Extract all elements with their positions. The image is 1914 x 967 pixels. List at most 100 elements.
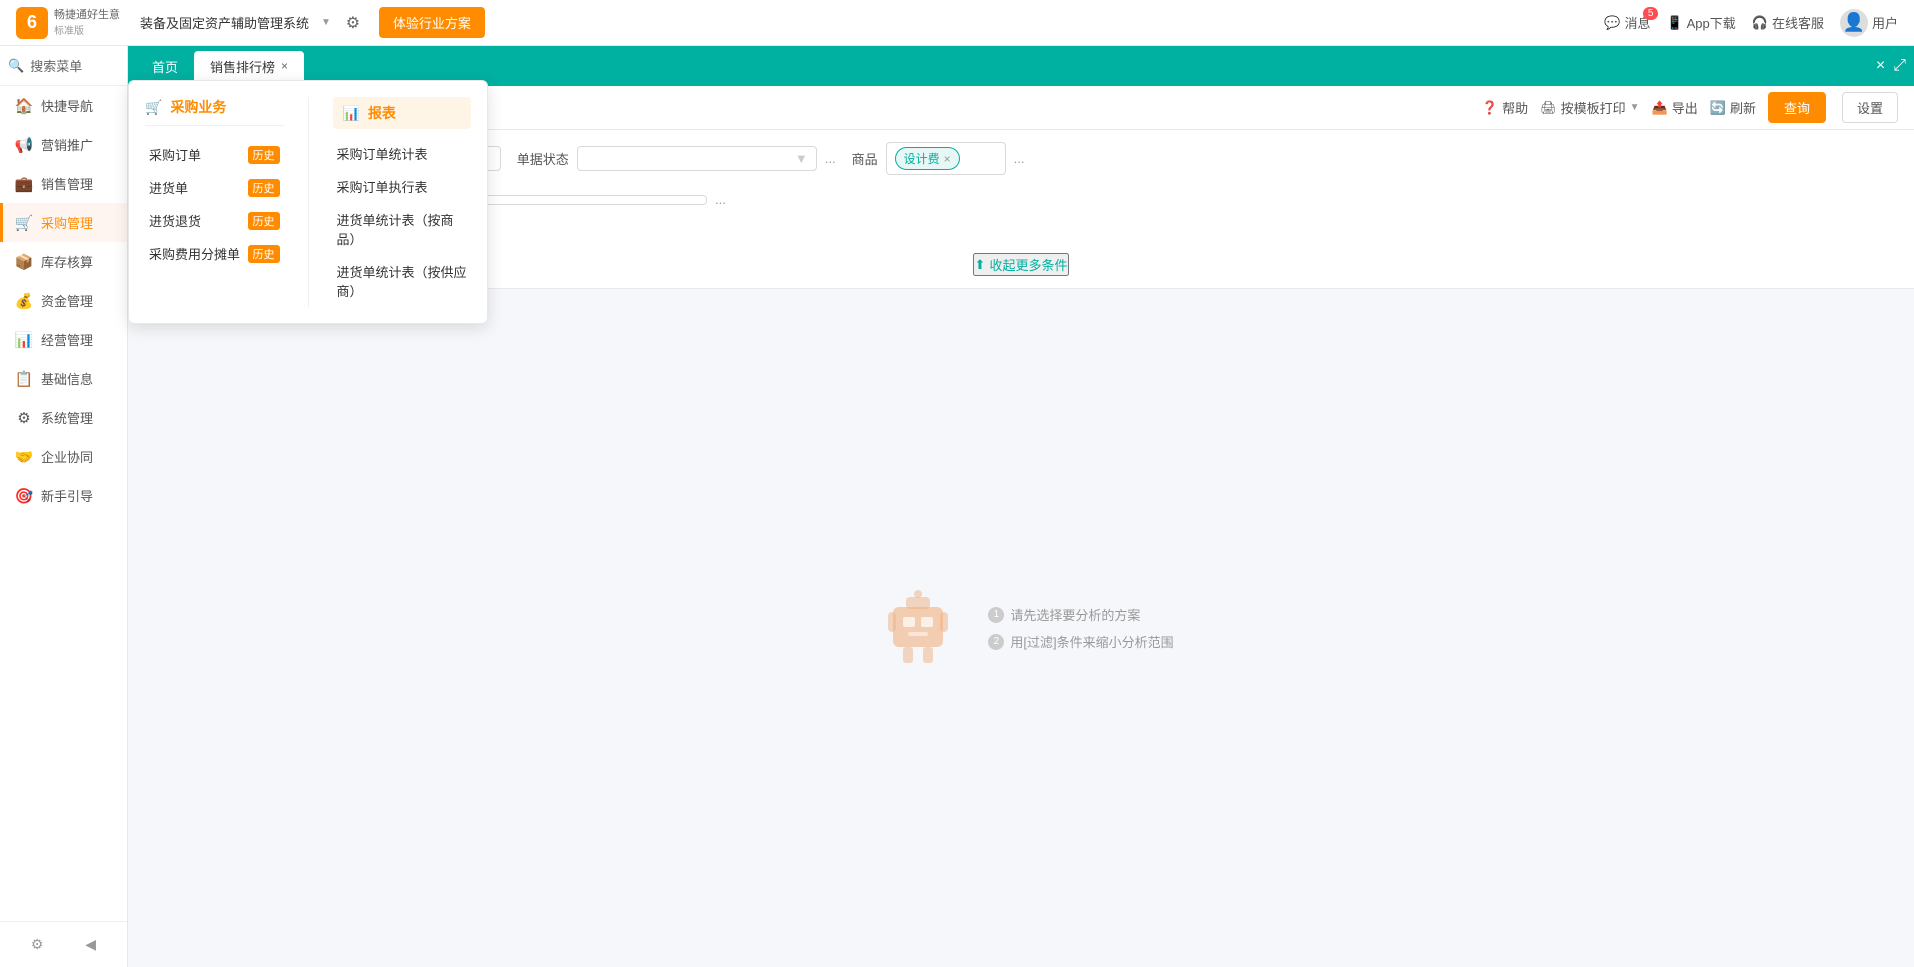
sidebar-item-marketing[interactable]: 📢 营销推广 <box>0 125 127 164</box>
dropdown-item-purchase-order[interactable]: 采购订单 历史 <box>145 138 284 171</box>
history-badge-1[interactable]: 历史 <box>248 179 280 197</box>
goods-dots[interactable]: ... <box>1014 151 1025 166</box>
report-col-title: 📊 报表 <box>333 97 472 129</box>
message-btn[interactable]: 💬 消息 5 <box>1604 13 1650 32</box>
print-template-btn[interactable]: 🖨 按模板打印 ▼ <box>1540 98 1639 117</box>
refresh-btn[interactable]: 🔄 刷新 <box>1710 98 1756 117</box>
history-badge-3[interactable]: 历史 <box>248 245 280 263</box>
print-dropdown-icon: ▼ <box>1630 102 1640 113</box>
sidebar-settings-btn[interactable]: ⚙ <box>27 932 48 957</box>
sidebar-collapse-btn[interactable]: ◀ <box>81 932 100 957</box>
purchase-col-title-text: 采购业务 <box>170 97 226 117</box>
sidebar-item-operations[interactable]: 📊 经营管理 <box>0 320 127 359</box>
sys-title-dropdown[interactable]: 装备及固定资产辅助管理系统 ▼ <box>140 13 331 32</box>
refresh-icon: 🔄 <box>1710 100 1726 116</box>
sidebar-item-label: 资金管理 <box>41 291 93 310</box>
purchase-icon: 🛒 <box>15 214 33 232</box>
sidebar-item-label: 系统管理 <box>41 408 93 427</box>
app-download-btn[interactable]: 📱 App下载 <box>1666 13 1735 32</box>
logo-text-area: 畅捷通好生意 标准版 <box>54 8 120 37</box>
doc-status-input[interactable]: ▼ <box>577 146 817 171</box>
settings-icon[interactable]: ⚙ <box>339 9 367 37</box>
sidebar-item-sales[interactable]: 💼 销售管理 <box>0 164 127 203</box>
export-btn[interactable]: 📤 导出 <box>1652 98 1698 117</box>
user-label: 用户 <box>1872 13 1898 32</box>
sidebar-item-guide[interactable]: 🎯 新手引导 <box>0 476 127 515</box>
purchase-dropdown-menu: 🛒 采购业务 采购订单 历史 进货单 历史 进货退货 历史 采购费用分摊单 历史 <box>128 80 488 324</box>
staff-input[interactable] <box>467 195 707 205</box>
settings-btn[interactable]: 设置 <box>1842 92 1898 123</box>
doc-status-dots[interactable]: ... <box>825 151 836 166</box>
collapse-btn[interactable]: ⬆ 收起更多条件 <box>973 253 1070 276</box>
sys-title: 装备及固定资产辅助管理系统 <box>140 13 309 32</box>
step-2-circle: 2 <box>988 634 1004 650</box>
sidebar-item-system[interactable]: ⚙ 系统管理 <box>0 398 127 437</box>
sidebar-item-basic-info[interactable]: 📋 基础信息 <box>0 359 127 398</box>
enterprise-icon: 🤝 <box>15 448 33 466</box>
sidebar: 🔍 搜索菜单 🏠 快捷导航 📢 营销推广 💼 销售管理 🛒 采购管理 📦 <box>0 46 128 967</box>
collapse-icon: ⬆ <box>975 257 986 273</box>
empty-step-1: 1 请先选择要分析的方案 <box>988 605 1173 624</box>
logo-icon: 6 <box>16 7 48 39</box>
query-btn[interactable]: 查询 <box>1768 92 1826 123</box>
step-1-circle: 1 <box>988 607 1004 623</box>
help-icon: ❓ <box>1482 100 1498 116</box>
avatar: 👤 <box>1840 9 1868 37</box>
main-content: 1 请先选择要分析的方案 2 用[过滤]条件来缩小分析范围 <box>128 289 1914 967</box>
dropdown-item-label: 采购订单统计表 <box>337 144 428 163</box>
sidebar-item-label: 新手引导 <box>41 486 93 505</box>
staff-dots[interactable]: ... <box>715 192 726 207</box>
purchase-col-icon: 🛒 <box>145 99 162 116</box>
finance-icon: 💰 <box>15 292 33 310</box>
logo-label: 标准版 <box>54 22 120 37</box>
sidebar-search-label: 搜索菜单 <box>30 56 82 75</box>
dropdown-item-report-3[interactable]: 进货单统计表（按供应商） <box>333 255 472 307</box>
dropdown-item-report-0[interactable]: 采购订单统计表 <box>333 137 472 170</box>
history-badge-0[interactable]: 历史 <box>248 146 280 164</box>
purchase-col: 🛒 采购业务 采购订单 历史 进货单 历史 进货退货 历史 采购费用分摊单 历史 <box>145 97 284 307</box>
dropdown-item-label: 进货单 <box>149 178 188 197</box>
help-btn[interactable]: ❓ 帮助 <box>1482 98 1528 117</box>
online-service-btn[interactable]: 🎧 在线客服 <box>1752 13 1824 32</box>
sidebar-item-finance[interactable]: 💰 资金管理 <box>0 281 127 320</box>
operations-icon: 📊 <box>15 331 33 349</box>
goods-label: 商品 <box>852 149 878 168</box>
sidebar-item-inventory[interactable]: 📦 库存核算 <box>0 242 127 281</box>
tab-close-btn[interactable]: × <box>281 59 288 73</box>
purchase-col-title: 🛒 采购业务 <box>145 97 284 126</box>
goods-tag-close[interactable]: × <box>944 152 951 166</box>
toolbar-actions: ❓ 帮助 🖨 按模板打印 ▼ 📤 导出 🔄 刷新 <box>1482 92 1898 123</box>
sidebar-item-label: 采购管理 <box>41 213 93 232</box>
sidebar-item-label: 库存核算 <box>41 252 93 271</box>
dropdown-item-report-2[interactable]: 进货单统计表（按商品） <box>333 203 472 255</box>
logo-text: 畅捷通好生意 <box>54 8 120 22</box>
goods-filter: 商品 设计费 × ... <box>852 142 1025 175</box>
sidebar-item-label: 经营管理 <box>41 330 93 349</box>
app-container: 6 畅捷通好生意 标准版 装备及固定资产辅助管理系统 ▼ ⚙ 体验行业方案 💬 … <box>0 0 1914 967</box>
home-icon: 🏠 <box>15 97 33 115</box>
dropdown-divider <box>308 97 309 307</box>
dropdown-item-fee[interactable]: 采购费用分摊单 历史 <box>145 237 284 270</box>
dropdown-item-report-1[interactable]: 采购订单执行表 <box>333 170 472 203</box>
window-close-btn[interactable]: × <box>1876 57 1885 75</box>
history-badge-2[interactable]: 历史 <box>248 212 280 230</box>
tab-sales-rank[interactable]: 销售排行榜 × <box>194 51 304 82</box>
sidebar-item-label: 企业协同 <box>41 447 93 466</box>
goods-input[interactable]: 设计费 × <box>886 142 1006 175</box>
dropdown-item-return[interactable]: 进货退货 历史 <box>145 204 284 237</box>
message-badge: 5 <box>1643 7 1659 20</box>
app-download-label: App下载 <box>1687 13 1736 32</box>
system-icon: ⚙ <box>15 409 33 427</box>
sidebar-search[interactable]: 🔍 搜索菜单 <box>0 46 127 86</box>
phone-icon: 📱 <box>1666 15 1682 31</box>
industry-btn[interactable]: 体验行业方案 <box>379 7 485 38</box>
user-btn[interactable]: 👤 用户 <box>1840 9 1898 37</box>
tab-home[interactable]: 首页 <box>136 51 194 82</box>
sidebar-item-quick-nav[interactable]: 🏠 快捷导航 <box>0 86 127 125</box>
step-1-text: 请先选择要分析的方案 <box>1010 605 1140 624</box>
sidebar-item-label: 快捷导航 <box>41 96 93 115</box>
dropdown-item-incoming[interactable]: 进货单 历史 <box>145 171 284 204</box>
sidebar-item-purchase[interactable]: 🛒 采购管理 <box>0 203 127 242</box>
window-maximize-btn[interactable]: ⤢ <box>1893 57 1906 75</box>
sidebar-item-enterprise[interactable]: 🤝 企业协同 <box>0 437 127 476</box>
